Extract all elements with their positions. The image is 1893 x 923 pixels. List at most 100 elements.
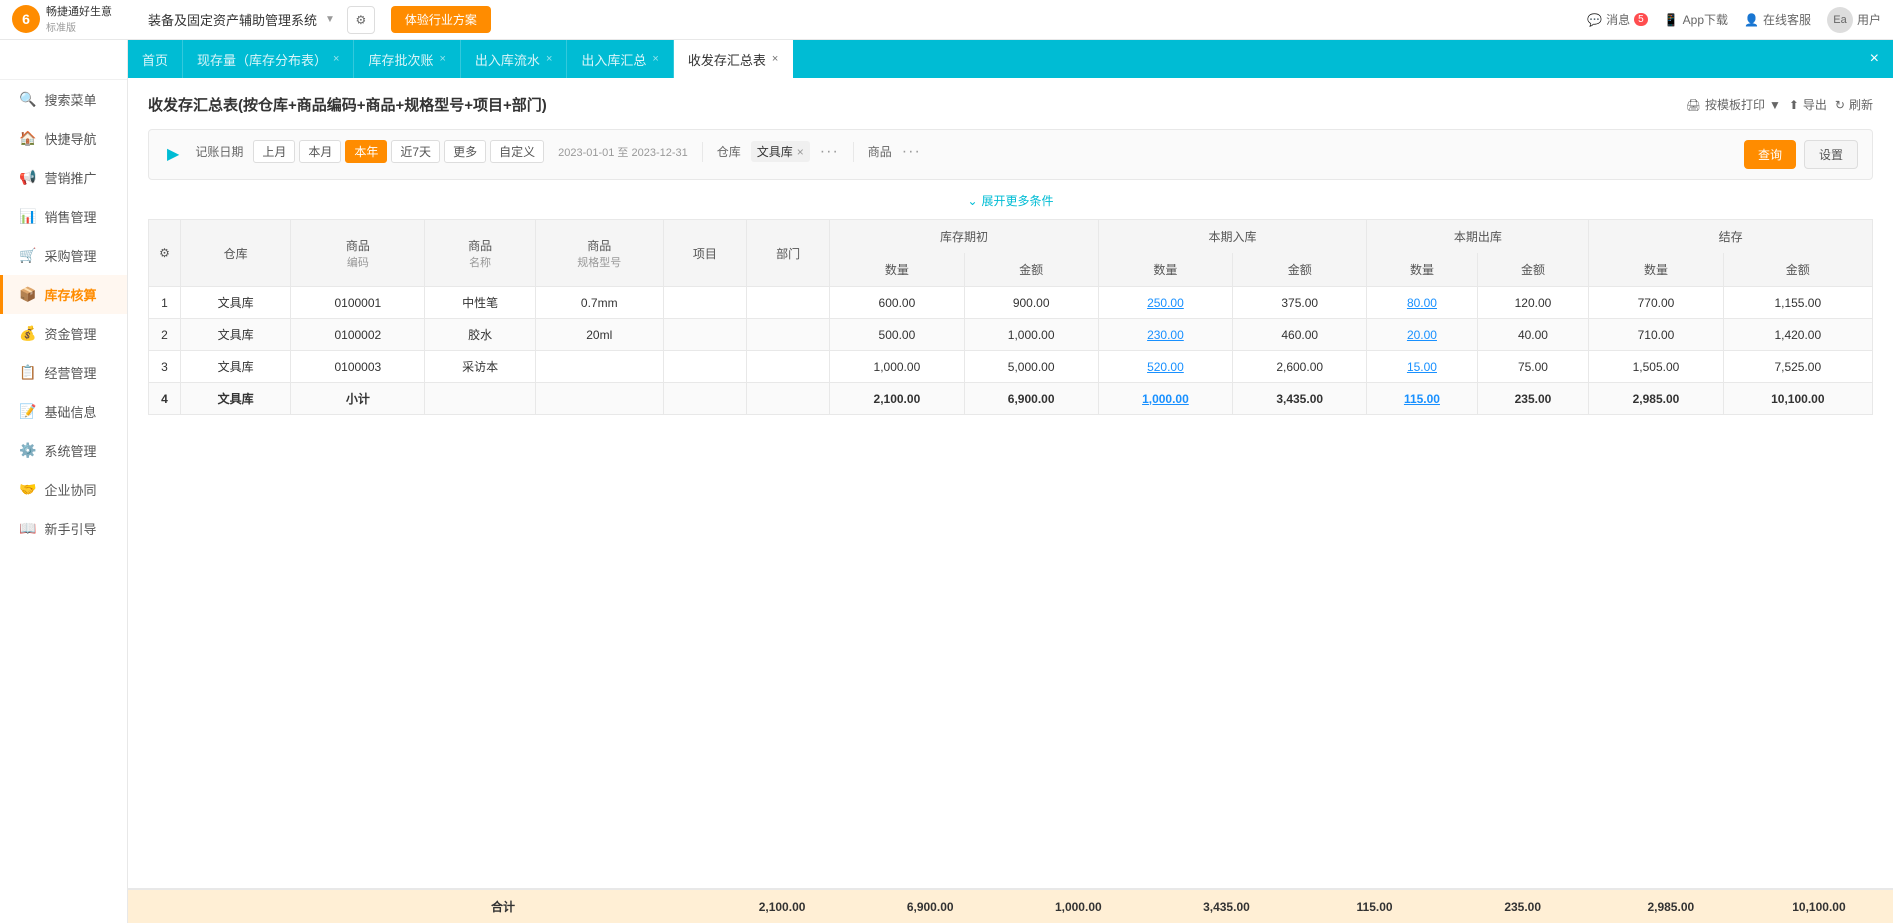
expand-more-button[interactable]: ⌄ 展开更多条件 [967,192,1053,209]
sidebar-item-operations[interactable]: 📋 经营管理 [0,353,127,392]
query-button[interactable]: 查询 [1744,140,1796,169]
search-icon: 🔍 [19,91,36,108]
main-area: 🔍 搜索菜单 🏠 快捷导航 📢 营销推广 📊 销售管理 🛒 采购管理 📦 [0,40,1893,923]
tab-recv-summary-label: 收发存汇总表 [688,50,766,69]
sidebar-item-purchase[interactable]: 🛒 采购管理 [0,236,127,275]
row2-out-qty[interactable]: 20.00 [1367,319,1477,351]
tab-inout-summary[interactable]: 出入库汇总 × [567,40,673,78]
message-badge: 5 [1634,13,1648,26]
user-avatar: Ea [1827,7,1853,33]
sidebar-item-sales[interactable]: 📊 销售管理 [0,197,127,236]
sidebar-item-basic[interactable]: 📝 基础信息 [0,392,127,431]
date-btn-last-month[interactable]: 上月 [253,140,295,163]
app-download-button[interactable]: 📱 App下载 [1664,11,1728,28]
date-btn-custom[interactable]: 自定义 [490,140,544,163]
tab-inout-flow[interactable]: 出入库流水 × [461,40,567,78]
warehouse-tag-text: 文具库 [757,143,793,160]
tab-bar: 首页 现存量（库存分布表） × 库存批次账 × 出入库流水 × 出入库汇总 × [128,40,1893,78]
date-btn-this-month[interactable]: 本月 [299,140,341,163]
tab-stock-dist[interactable]: 现存量（库存分布表） × [183,40,354,78]
subtotal-in-qty[interactable]: 1,000.00 [1098,383,1232,415]
tab-inout-flow-close[interactable]: × [546,53,552,65]
subtotal-out-qty[interactable]: 115.00 [1367,383,1477,415]
th-project: 项目 [663,220,746,287]
message-label: 消息 [1606,11,1630,28]
print-button[interactable]: 🖨 按模板打印 ▼ [1686,96,1781,113]
brand-tag: 标准版 [46,19,112,34]
date-btn-7days[interactable]: 近7天 [391,140,440,163]
brand-name: 畅捷通好生意 [46,5,112,19]
bottom-total-bar: 合计 2,100.00 6,900.00 1,000.00 3,435.00 1… [128,888,1893,923]
th-in-qty: 数量 [1098,253,1232,287]
row2-in-qty[interactable]: 230.00 [1098,319,1232,351]
sidebar-item-collab[interactable]: 🤝 企业协同 [0,470,127,509]
filter-toggle-icon[interactable]: ▶ [163,140,183,168]
collab-icon: 🤝 [19,481,36,498]
th-product-code: 商品编码 [291,220,425,287]
row3-out-qty[interactable]: 15.00 [1367,351,1477,383]
row1-balance-amt: 1,155.00 [1723,287,1872,319]
tab-recv-summary[interactable]: 收发存汇总表 × [674,40,793,78]
row1-out-qty[interactable]: 80.00 [1367,287,1477,319]
total-label: 合计 [128,898,708,915]
tab-batch-close[interactable]: × [439,53,445,65]
tab-batch[interactable]: 库存批次账 × [354,40,460,78]
subtotal-in-amt: 3,435.00 [1233,383,1367,415]
goods-more-options[interactable]: ··· [902,143,921,161]
logo-text-area: 畅捷通好生意 标准版 [46,5,112,34]
print-icon: 🖨 [1686,98,1701,112]
sidebar-item-quicknav[interactable]: 🏠 快捷导航 [0,119,127,158]
sidebar-item-inventory[interactable]: 📦 库存核算 [0,275,127,314]
row2-out-amt: 40.00 [1477,319,1589,351]
query-settings-btns: 查询 设置 [1744,140,1858,169]
sidebar-item-system[interactable]: ⚙️ 系统管理 [0,431,127,470]
tab-inout-summary-close[interactable]: × [652,53,658,65]
finance-icon: 💰 [19,325,36,342]
row1-in-amt: 375.00 [1233,287,1367,319]
warehouse-more-options[interactable]: ··· [820,143,839,161]
row3-balance-amt: 7,525.00 [1723,351,1872,383]
settings-button[interactable]: 设置 [1804,140,1858,169]
row2-dept [747,319,830,351]
row3-opening-amt: 5,000.00 [964,351,1098,383]
row1-out-amt: 120.00 [1477,287,1589,319]
export-button[interactable]: ⬆ 导出 [1789,96,1827,113]
row3-dept [747,351,830,383]
user-area[interactable]: Ea 用户 [1827,7,1881,33]
row3-warehouse: 文具库 [181,351,291,383]
sidebar-item-finance[interactable]: 💰 资金管理 [0,314,127,353]
sidebar-label-finance: 资金管理 [44,324,96,343]
warehouse-filter-label: 仓库 [717,143,741,160]
filter-area: ▶ 记账日期 上月 本月 本年 近7天 更多 自定义 2023-0 [148,129,1873,180]
message-button[interactable]: 💬 消息 5 [1587,11,1648,28]
online-service-button[interactable]: 👤 在线客服 [1744,11,1811,28]
try-button[interactable]: 体验行业方案 [391,6,491,33]
sidebar-item-search[interactable]: 🔍 搜索菜单 [0,80,127,119]
refresh-button[interactable]: ↻ 刷新 [1835,96,1873,113]
goods-filter-label: 商品 [868,143,892,160]
tab-recv-summary-close[interactable]: × [772,53,778,65]
sidebar-item-marketing[interactable]: 📢 营销推广 [0,158,127,197]
tab-stock-dist-close[interactable]: × [333,53,339,65]
gear-button[interactable]: ⚙ [347,6,375,34]
date-btn-this-year[interactable]: 本年 [345,140,387,163]
print-label: 按模板打印 [1705,96,1765,113]
date-btn-more[interactable]: 更多 [444,140,486,163]
row3-in-qty[interactable]: 520.00 [1098,351,1232,383]
sidebar-label-marketing: 营销推广 [44,168,96,187]
subtotal-no: 4 [149,383,181,415]
total-balance-amt: 10,100.00 [1745,900,1893,914]
th-settings[interactable]: ⚙ [149,220,181,287]
tab-home[interactable]: 首页 [128,40,183,78]
sidebar-item-newbie[interactable]: 📖 新手引导 [0,509,127,548]
tab-bar-close-all[interactable]: × [1856,50,1893,68]
system-dropdown-icon[interactable]: ▼ [325,14,335,25]
subtotal-dept [747,383,830,415]
table-body: 1 文具库 0100001 中性笔 0.7mm 600.00 900.00 25… [149,287,1873,415]
app-wrapper: 6 畅捷通好生意 标准版 装备及固定资产辅助管理系统 ▼ ⚙ 体验行业方案 💬 … [0,0,1893,923]
tab-inout-summary-label: 出入库汇总 [581,50,646,69]
row1-in-qty[interactable]: 250.00 [1098,287,1232,319]
warehouse-tag-close-icon[interactable]: × [797,145,804,159]
app-download-label: App下载 [1683,11,1728,28]
th-group-out: 本期出库 [1367,220,1589,254]
